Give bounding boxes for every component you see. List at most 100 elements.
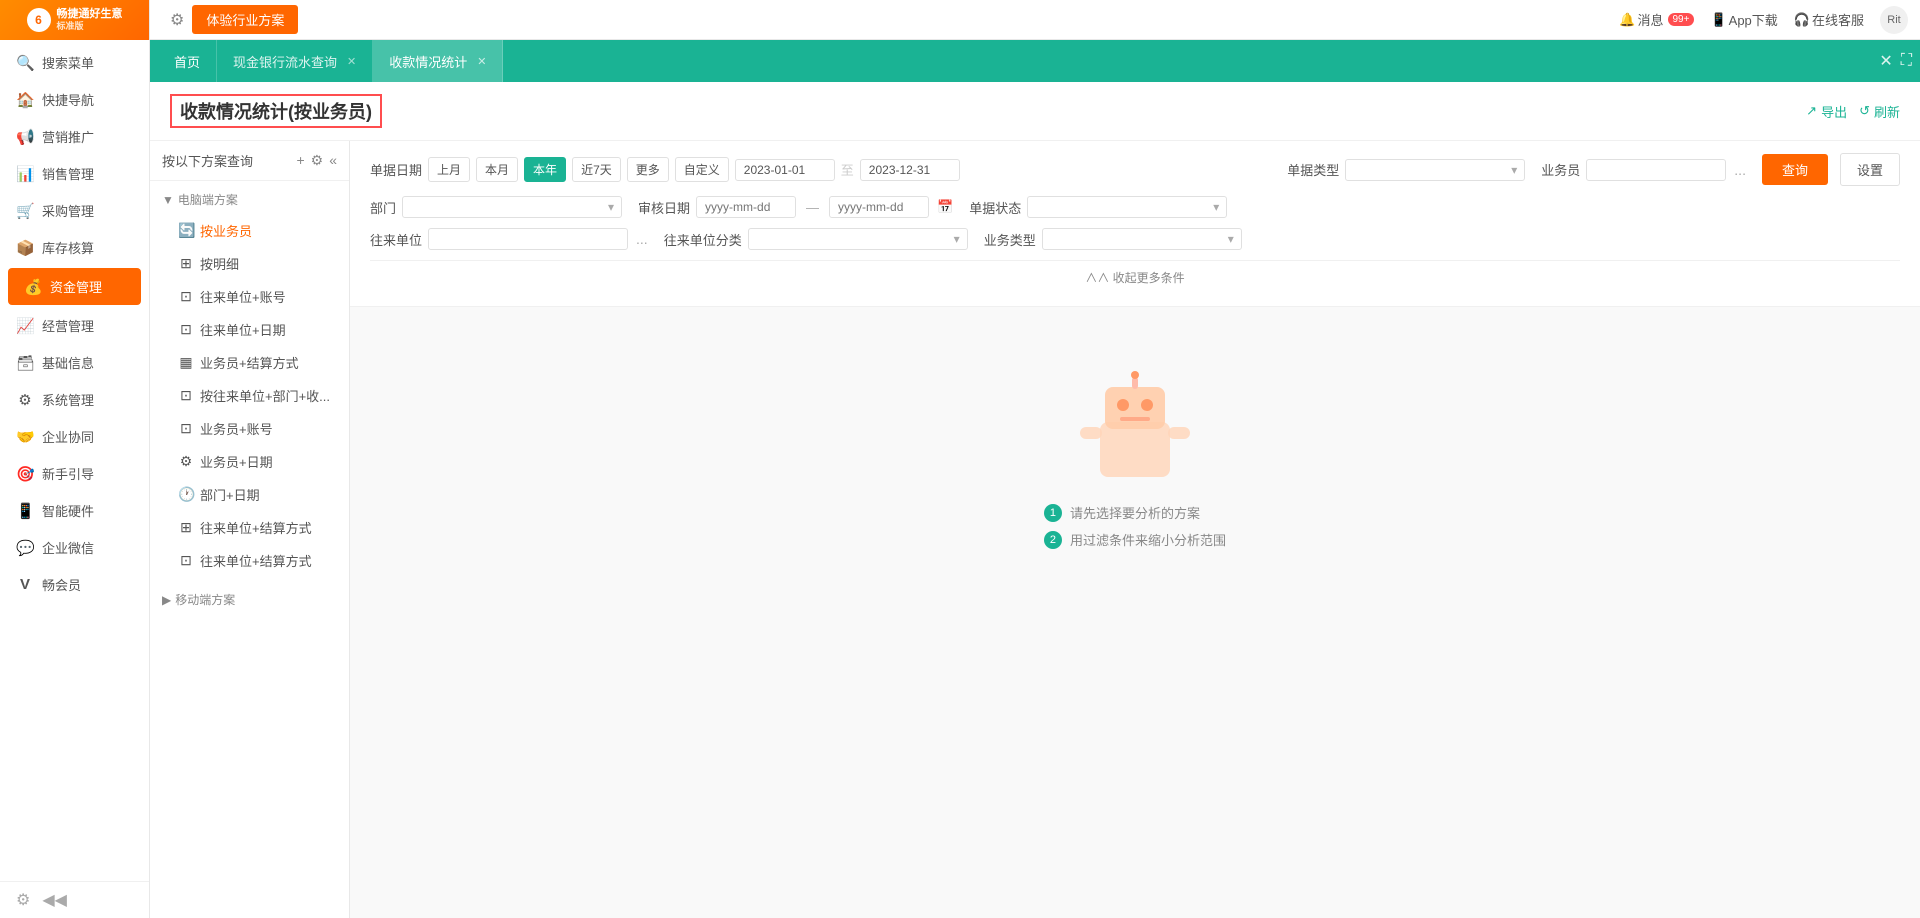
- add-scheme-icon[interactable]: +: [296, 152, 304, 169]
- filter-row-date: 单据日期 上月 本月 本年 近7天 更多 自定义 至: [370, 153, 1900, 186]
- scheme-dept-date[interactable]: 🕐 部门+日期: [150, 478, 349, 511]
- sidebar-item-quicknav[interactable]: 🏠 快捷导航: [0, 81, 149, 118]
- empty-step-2: 2 用过滤条件来缩小分析范围: [1044, 530, 1226, 549]
- date-range-divider: 至: [841, 160, 854, 179]
- download-icon: 📱: [1710, 12, 1726, 28]
- date-btn-more[interactable]: 更多: [627, 157, 669, 182]
- refresh-button[interactable]: ↺ 刷新: [1859, 102, 1900, 121]
- date-btn-last-month[interactable]: 上月: [428, 157, 470, 182]
- partner-date-icon: ⊡: [178, 321, 194, 338]
- sidebar-item-wechat[interactable]: 💬 企业微信: [0, 529, 149, 566]
- sidebar-item-guide[interactable]: 🎯 新手引导: [0, 455, 149, 492]
- review-from-input[interactable]: [696, 196, 796, 218]
- sidebar-item-purchase[interactable]: 🛒 采购管理: [0, 192, 149, 229]
- scheme-salesperson-settlement[interactable]: ▦ 业务员+结算方式: [150, 346, 349, 379]
- app-download[interactable]: 📱 App下载: [1710, 10, 1777, 29]
- smarthw-icon: 📱: [16, 502, 34, 520]
- scheme-by-detail[interactable]: ⊞ 按明细: [150, 247, 349, 280]
- right-panel: 单据日期 上月 本月 本年 近7天 更多 自定义 至: [350, 141, 1920, 918]
- tab-bar: 首页 现金银行流水查询 ✕ 收款情况统计 ✕ ✕ ⛶: [150, 40, 1920, 82]
- empty-step-1: 1 请先选择要分析的方案: [1044, 503, 1226, 522]
- sidebar-item-member[interactable]: V 畅会员: [0, 566, 149, 603]
- tab-collection[interactable]: 收款情况统计 ✕: [373, 40, 503, 82]
- desktop-group-arrow: ▼: [162, 193, 174, 207]
- review-calendar-icon[interactable]: 📅: [937, 199, 953, 215]
- scheme-partner-account[interactable]: ⊡ 往来单位+账号: [150, 280, 349, 313]
- step-2-text: 用过滤条件来缩小分析范围: [1070, 530, 1226, 549]
- partner-input[interactable]: [428, 228, 628, 250]
- collapse-bar[interactable]: ∧∧ 收起更多条件: [370, 260, 1900, 294]
- date-from-input[interactable]: [735, 159, 835, 181]
- doc-status-select[interactable]: [1027, 196, 1227, 218]
- sidebar-item-marketing[interactable]: 📢 营销推广: [0, 118, 149, 155]
- filter-row-partner: 往来单位 ... 往来单位分类 业务类型: [370, 228, 1900, 250]
- sidebar-item-search[interactable]: 🔍 搜索菜单: [0, 44, 149, 81]
- review-date-separator: —: [806, 200, 819, 215]
- date-btn-7days[interactable]: 近7天: [572, 157, 621, 182]
- finance-icon: 💰: [24, 278, 42, 296]
- desktop-group-label: 电脑端方案: [178, 191, 238, 208]
- scheme-partner-dept[interactable]: ⊡ 按往来单位+部门+收...: [150, 379, 349, 412]
- scheme-settings-icon[interactable]: ⚙: [311, 152, 324, 169]
- date-btn-custom[interactable]: 自定义: [675, 157, 729, 182]
- partner-category-select[interactable]: [748, 228, 968, 250]
- scheme-salesperson-account[interactable]: ⊡ 业务员+账号: [150, 412, 349, 445]
- scheme-by-salesperson[interactable]: 🔄 按业务员: [150, 214, 349, 247]
- salesperson-input[interactable]: [1586, 159, 1726, 181]
- partner-more-icon[interactable]: ...: [636, 231, 648, 247]
- user-avatar[interactable]: Rit: [1880, 6, 1908, 34]
- basic-icon: 🗃: [16, 354, 34, 372]
- sales-icon: 📊: [16, 165, 34, 183]
- date-btn-this-month[interactable]: 本月: [476, 157, 518, 182]
- scheme-partner-settle1[interactable]: ⊞ 往来单位+结算方式: [150, 511, 349, 544]
- tab-expand-icon[interactable]: ⛶: [1901, 52, 1912, 70]
- sidebar-label-purchase: 采购管理: [42, 201, 94, 220]
- collapse-panel-icon[interactable]: «: [329, 152, 337, 169]
- mobile-group-title[interactable]: ▶ 移动端方案: [150, 585, 349, 614]
- sidebar-item-smarthw[interactable]: 📱 智能硬件: [0, 492, 149, 529]
- sidebar-item-enterprise[interactable]: 🤝 企业协同: [0, 418, 149, 455]
- business-type-select[interactable]: [1042, 228, 1242, 250]
- collapse-sidebar-icon[interactable]: ◀◀: [42, 890, 67, 910]
- tab-bank-flow[interactable]: 现金银行流水查询 ✕: [217, 40, 373, 82]
- sidebar-item-inventory[interactable]: 📦 库存核算: [0, 229, 149, 266]
- sidebar-item-sales[interactable]: 📊 销售管理: [0, 155, 149, 192]
- doc-type-select[interactable]: [1345, 159, 1525, 181]
- date-to-input[interactable]: [860, 159, 960, 181]
- scheme-partner-date[interactable]: ⊡ 往来单位+日期: [150, 313, 349, 346]
- doc-type-select-wrapper: [1345, 159, 1525, 181]
- robot-svg: [1075, 367, 1195, 487]
- date-btn-this-year[interactable]: 本年: [524, 157, 566, 182]
- scheme-partner-settle2[interactable]: ⊡ 往来单位+结算方式: [150, 544, 349, 577]
- sidebar-item-system[interactable]: ⚙ 系统管理: [0, 381, 149, 418]
- main-wrapper: 首页 现金银行流水查询 ✕ 收款情况统计 ✕ ✕ ⛶ 收款情况统计(按业务员) …: [150, 40, 1920, 918]
- export-button[interactable]: ↗ 导出: [1806, 102, 1847, 121]
- tab-bank-flow-close[interactable]: ✕: [347, 55, 356, 68]
- top-gear-icon[interactable]: ⚙: [170, 10, 184, 30]
- online-support[interactable]: 🎧 在线客服: [1794, 10, 1864, 29]
- dept-select[interactable]: [402, 196, 622, 218]
- trial-button[interactable]: 体验行业方案: [192, 5, 298, 34]
- date-filter-item: 单据日期 上月 本月 本年 近7天 更多 自定义 至: [370, 157, 960, 182]
- notification-area[interactable]: 🔔 消息 99+: [1619, 10, 1694, 29]
- page-header-actions: ↗ 导出 ↺ 刷新: [1806, 102, 1900, 121]
- settings-button[interactable]: 设置: [1840, 153, 1900, 186]
- sidebar-item-operations[interactable]: 📈 经营管理: [0, 307, 149, 344]
- export-label: 导出: [1821, 102, 1847, 121]
- review-to-input[interactable]: [829, 196, 929, 218]
- tab-home[interactable]: 首页: [158, 40, 217, 82]
- query-button[interactable]: 查询: [1762, 154, 1828, 185]
- tab-collection-close[interactable]: ✕: [477, 55, 486, 68]
- business-type-filter: 业务类型: [984, 228, 1242, 250]
- settings-bottom-icon[interactable]: ⚙: [16, 890, 30, 910]
- desktop-group-title[interactable]: ▼ 电脑端方案: [150, 185, 349, 214]
- tab-close-all-icon[interactable]: ✕: [1879, 51, 1892, 71]
- scheme-salesperson-date[interactable]: ⚙ 业务员+日期: [150, 445, 349, 478]
- partner-dept-icon: ⊡: [178, 387, 194, 404]
- scheme-dept-date-label: 部门+日期: [200, 485, 260, 504]
- sidebar-item-finance[interactable]: 💰 资金管理: [8, 268, 141, 305]
- sidebar-item-basic[interactable]: 🗃 基础信息: [0, 344, 149, 381]
- salesperson-more-icon[interactable]: ...: [1734, 162, 1746, 178]
- scheme-partner-dept-label: 按往来单位+部门+收...: [200, 386, 330, 405]
- online-support-label: 在线客服: [1812, 10, 1864, 29]
